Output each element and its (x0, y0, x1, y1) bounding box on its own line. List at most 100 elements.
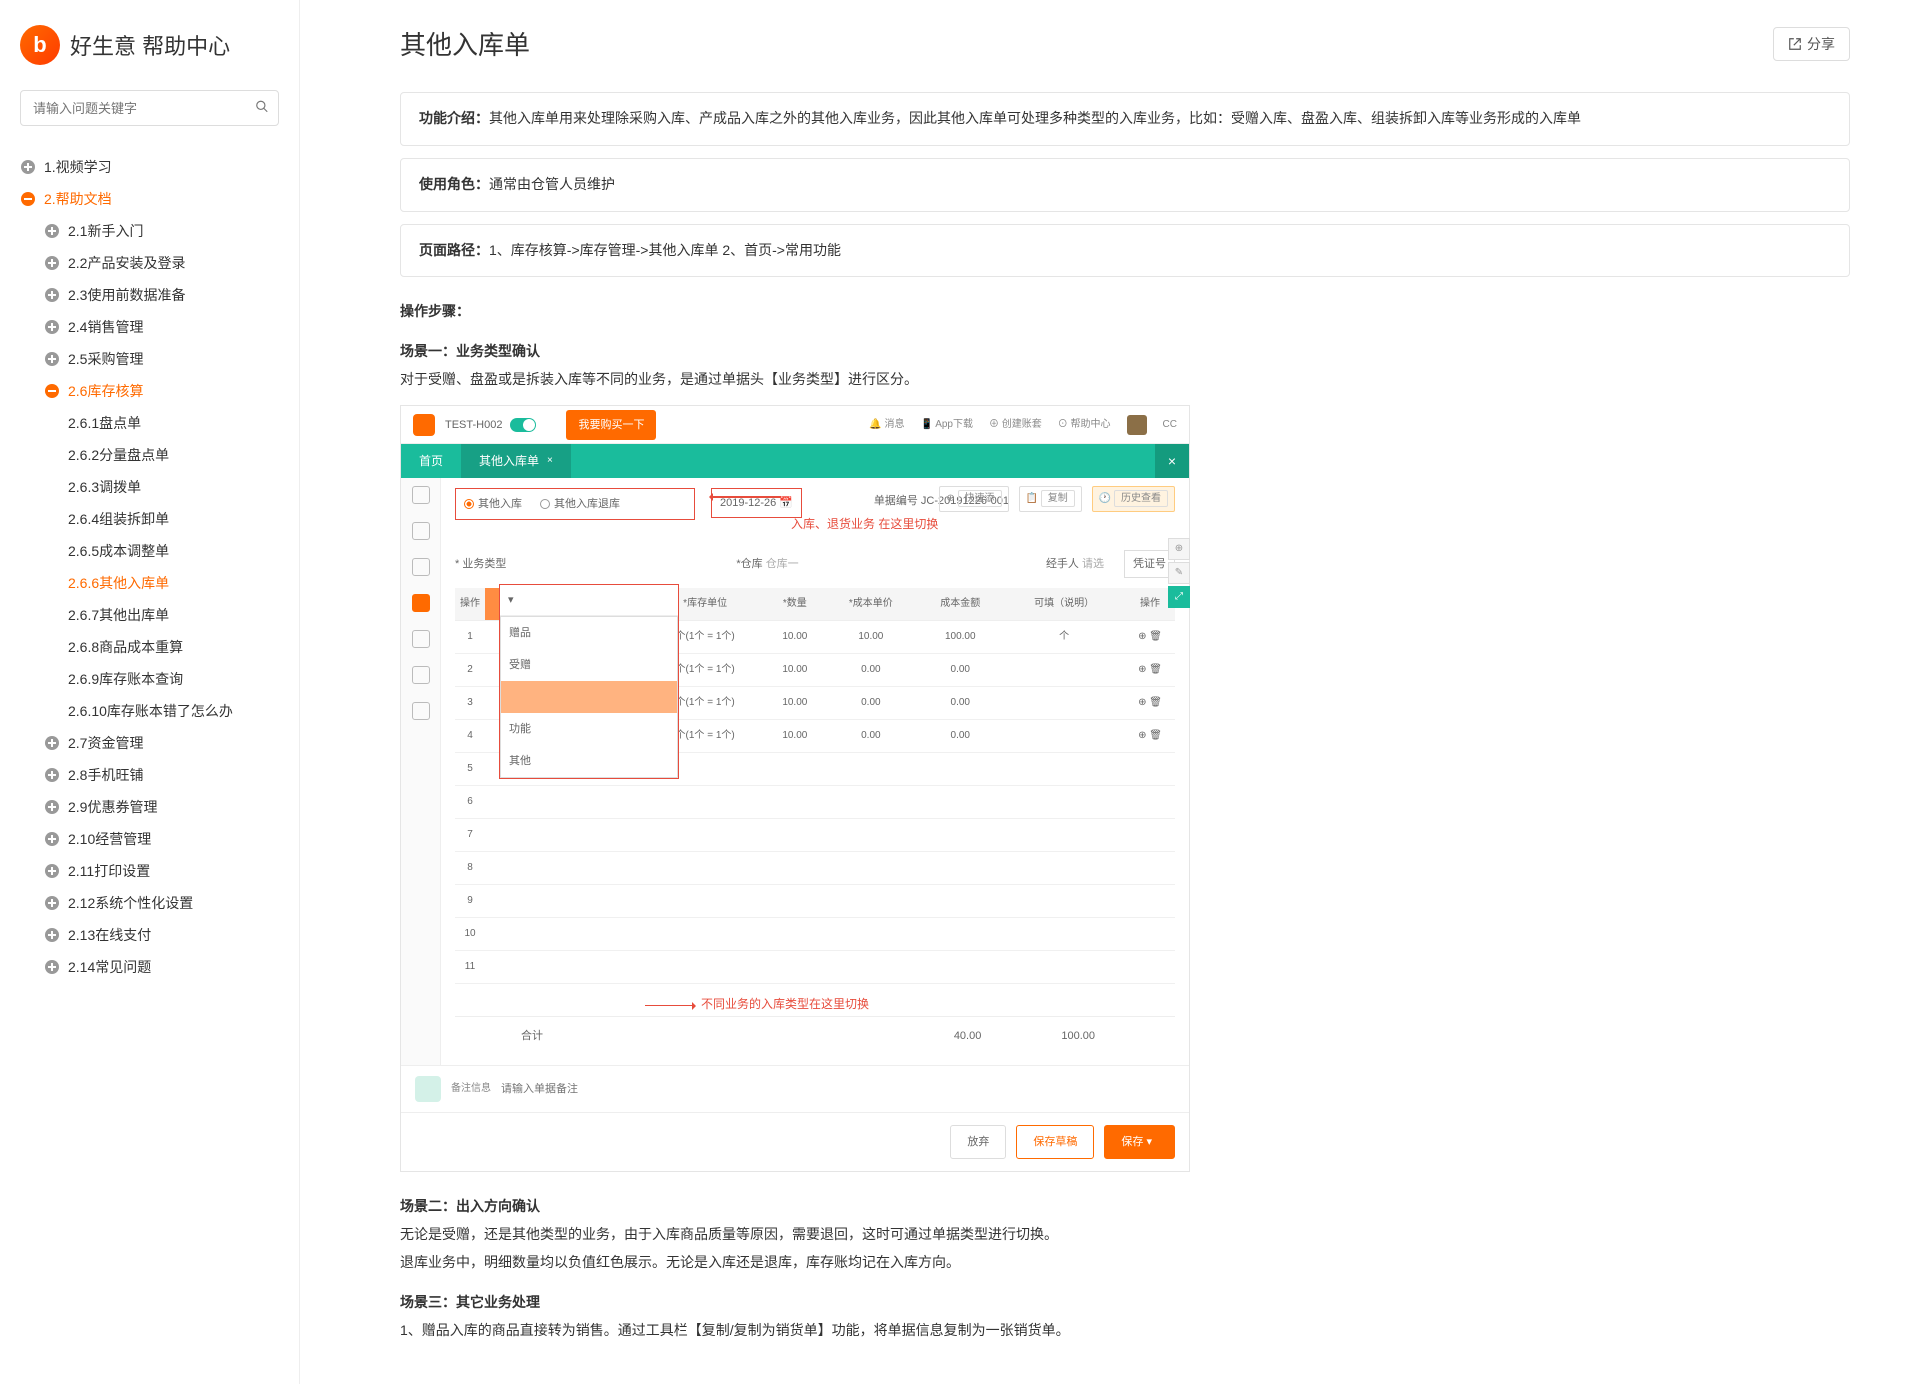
dropdown-option: 受赠 (501, 649, 677, 681)
search-input[interactable] (20, 90, 279, 126)
ss-nav-icon (412, 522, 430, 540)
scene2-heading: 场景二：出入方向确认 (400, 1192, 1850, 1220)
nav-265[interactable]: 2.6.5成本调整单 (20, 535, 279, 567)
nav-2610[interactable]: 2.6.10库存账本错了怎么办 (20, 695, 279, 727)
nav-268[interactable]: 2.6.8商品成本重算 (20, 631, 279, 663)
nav-262[interactable]: 2.6.2分量盘点单 (20, 439, 279, 471)
remark-label: 备注信息 (451, 1079, 491, 1099)
ss-cancel-button: 放弃 (950, 1125, 1006, 1159)
ss-save-button: 保存 ▾ (1104, 1125, 1175, 1159)
nav-label: 2.11打印设置 (68, 855, 150, 887)
nav-label: 2.4销售管理 (68, 311, 143, 343)
ss-nav-icon (412, 630, 430, 648)
ss-logo-icon (413, 414, 435, 436)
ss-form-area: 其他入库 其他入库退库 2019-12-26 📅 单据编号 JC-2019122… (441, 478, 1189, 1065)
brand-name: 好生意 帮助中心 (70, 29, 230, 61)
expand-icon (45, 832, 59, 846)
nav-212[interactable]: 2.12系统个性化设置 (20, 887, 279, 919)
intro-text: 其他入库单用来处理除采购入库、产成品入库之外的其他入库业务，因此其他入库单可处理… (489, 110, 1581, 126)
nav-28[interactable]: 2.8手机旺铺 (20, 759, 279, 791)
nav-label: 2.2产品安装及登录 (68, 247, 185, 279)
ss-tab-home: 首页 (401, 444, 461, 478)
nav-label: 2.1新手入门 (68, 215, 143, 247)
ss-rightbar: ⊕ ✎ ⤢ (1168, 538, 1190, 608)
nav-27[interactable]: 2.7资金管理 (20, 727, 279, 759)
expand-icon (45, 320, 59, 334)
nav-label: 2.13在线支付 (68, 919, 151, 951)
nav-label: 2.6.7其他出库单 (68, 599, 169, 631)
ss-form-row: * 业务类型 *仓库 仓库一 经手人 请选 凭证号 (455, 550, 1175, 578)
ss-nav-icon (412, 702, 430, 720)
nav-269[interactable]: 2.6.9库存账本查询 (20, 663, 279, 695)
nav-23[interactable]: 2.3使用前数据准备 (20, 279, 279, 311)
nav-help-docs[interactable]: 2.帮助文档 (20, 183, 279, 215)
ss-account-name: TEST-H002 (445, 414, 502, 436)
nav-210[interactable]: 2.10经营管理 (20, 823, 279, 855)
dropdown-option (501, 681, 677, 713)
expand-icon (45, 352, 59, 366)
nav-tree: 1.视频学习 2.帮助文档 2.1新手入门 2.2产品安装及登录 2.3使用前数… (20, 151, 279, 983)
ss-totals: 合计 40.00 100.00 (455, 1016, 1175, 1055)
nav-video[interactable]: 1.视频学习 (20, 151, 279, 183)
nav-label: 2.6.5成本调整单 (68, 535, 169, 567)
nav-25[interactable]: 2.5采购管理 (20, 343, 279, 375)
nav-261[interactable]: 2.6.1盘点单 (20, 407, 279, 439)
nav-211[interactable]: 2.11打印设置 (20, 855, 279, 887)
annotation-note1: 入库、退货业务 在这里切换 (791, 512, 938, 536)
ss-nav-icon (412, 666, 430, 684)
expand-icon (45, 960, 59, 974)
nav-24[interactable]: 2.4销售管理 (20, 311, 279, 343)
ss-msg: 消息 (885, 419, 905, 430)
nav-label: 2.5采购管理 (68, 343, 143, 375)
nav-label: 2.6.1盘点单 (68, 407, 141, 439)
nav-label: 2.6.9库存账本查询 (68, 663, 183, 695)
expand-icon (45, 288, 59, 302)
nav-267[interactable]: 2.6.7其他出库单 (20, 599, 279, 631)
expand-icon (21, 160, 35, 174)
embedded-screenshot: TEST-H002 我要购买一下 🔔 消息 📱 App下载 ⊕ 创建账套 ⊙ 帮… (400, 405, 1190, 1172)
search-box (20, 90, 279, 126)
ss-draft-button: 保存草稿 (1016, 1125, 1094, 1159)
ss-close-all: × (1155, 444, 1189, 478)
nav-label: 2.6.4组装拆卸单 (68, 503, 169, 535)
nav-label: 2.12系统个性化设置 (68, 887, 193, 919)
nav-214[interactable]: 2.14常见问题 (20, 951, 279, 983)
nav-label: 2.6库存核算 (68, 375, 143, 407)
nav-264[interactable]: 2.6.4组装拆卸单 (20, 503, 279, 535)
ss-remark-row: 备注信息 (401, 1065, 1189, 1112)
ss-create: 创建账套 (1002, 419, 1042, 430)
table-row: 8 (455, 852, 1175, 885)
role-box: 使用角色：通常由仓管人员维护 (400, 158, 1850, 212)
nav-label: 2.6.6其他入库单 (68, 567, 169, 599)
table-row: 6 (455, 786, 1175, 819)
nav-213[interactable]: 2.13在线支付 (20, 919, 279, 951)
nav-266-current[interactable]: 2.6.6其他入库单 (20, 567, 279, 599)
nav-label: 2.3使用前数据准备 (68, 279, 185, 311)
ss-header: TEST-H002 我要购买一下 🔔 消息 📱 App下载 ⊕ 创建账套 ⊙ 帮… (401, 406, 1189, 444)
nav-26[interactable]: 2.6库存核算 (20, 375, 279, 407)
ss-tab-doc: 其他入库单× (461, 444, 571, 478)
ss-leftbar (401, 478, 441, 1065)
nav-29[interactable]: 2.9优惠券管理 (20, 791, 279, 823)
nav-label: 2.6.3调拨单 (68, 471, 141, 503)
nav-21[interactable]: 2.1新手入门 (20, 215, 279, 247)
ss-nav-icon (412, 486, 430, 504)
expand-icon (45, 224, 59, 238)
search-icon[interactable] (255, 100, 269, 117)
steps-heading: 操作步骤： (400, 297, 1850, 325)
scene2-text2: 退库业务中，明细数量均以负值红色展示。无论是入库还是退库，库存账均记在入库方向。 (400, 1248, 1850, 1276)
nav-22[interactable]: 2.2产品安装及登录 (20, 247, 279, 279)
expand-icon (45, 864, 59, 878)
ss-remark-input (501, 1083, 1175, 1095)
nav-263[interactable]: 2.6.3调拨单 (20, 471, 279, 503)
nav-label: 2.7资金管理 (68, 727, 143, 759)
dropdown-option: 其他 (501, 745, 677, 777)
ss-help: 帮助中心 (1071, 419, 1111, 430)
logo-icon: b (20, 25, 60, 65)
intro-label: 功能介绍： (419, 110, 489, 126)
share-label: 分享 (1807, 34, 1835, 54)
share-button[interactable]: 分享 (1773, 27, 1850, 61)
radio-on-icon (464, 499, 474, 509)
ss-body: 其他入库 其他入库退库 2019-12-26 📅 单据编号 JC-2019122… (401, 478, 1189, 1065)
ss-nav-icon (412, 558, 430, 576)
